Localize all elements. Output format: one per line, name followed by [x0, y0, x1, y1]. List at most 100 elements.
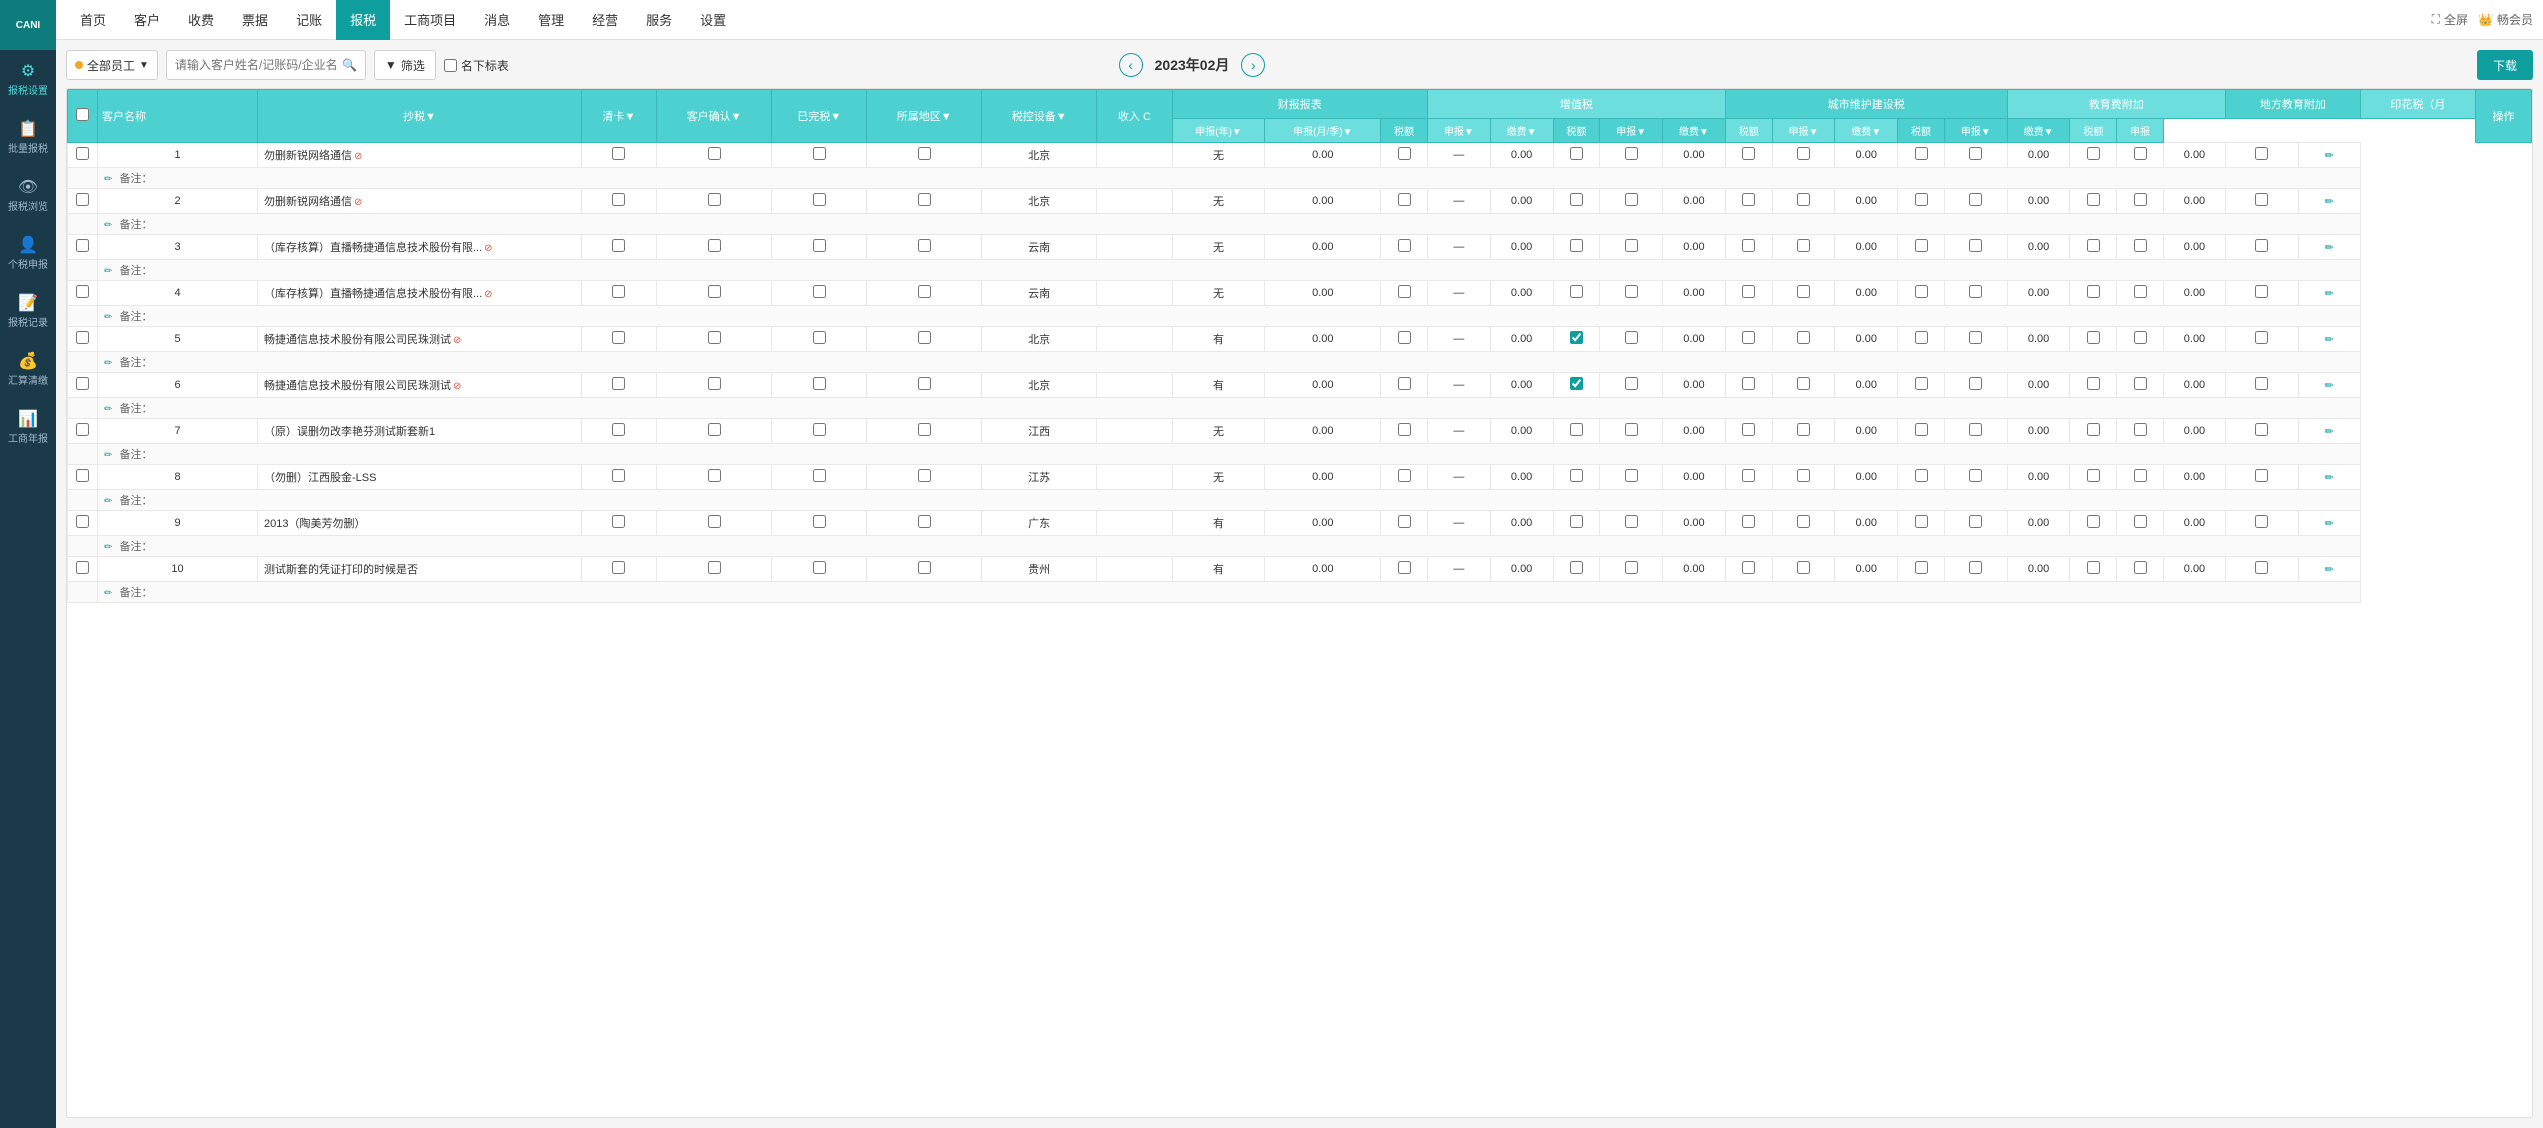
row-chengshi-jiaofei[interactable] [1772, 557, 1835, 582]
row-jiaoyu-jiaofei[interactable] [1944, 511, 2007, 536]
row-qingka[interactable] [657, 419, 772, 444]
zengzhi-shenbao-cb[interactable] [1570, 561, 1583, 574]
nav-gongshang[interactable]: 工商项目 [390, 0, 470, 40]
caibao-year-cb[interactable] [1398, 193, 1411, 206]
difang-shenbao-cb[interactable] [2087, 469, 2100, 482]
row-difang-jiaofei[interactable] [2117, 465, 2164, 490]
row-select-cb[interactable] [76, 515, 89, 528]
th-chengshi-shenbao[interactable]: 申报▼ [1600, 119, 1663, 143]
jiaoyu-shenbao-cb[interactable] [1915, 285, 1928, 298]
row-caibao-year-cb[interactable] [1381, 511, 1428, 536]
edit-icon[interactable]: ✏ [2325, 242, 2334, 254]
row-queiren[interactable] [772, 511, 867, 536]
row-chaoshui[interactable] [581, 419, 656, 444]
row-queiren[interactable] [772, 465, 867, 490]
edit-icon[interactable]: ✏ [2325, 426, 2334, 438]
row-select-cb[interactable] [76, 147, 89, 160]
edit-icon[interactable]: ✏ [2325, 380, 2334, 392]
chengshi-jiaofei-cb[interactable] [1797, 561, 1810, 574]
nav-xiaoxi[interactable]: 消息 [470, 0, 524, 40]
row-jiaoyu-jiaofei[interactable] [1944, 235, 2007, 260]
zengzhi-shenbao-cb[interactable] [1570, 515, 1583, 528]
th-queiren[interactable]: 客户确认▼ [657, 90, 772, 143]
difang-shenbao-cb[interactable] [2087, 239, 2100, 252]
row-zengzhi-jiaofei[interactable] [1600, 373, 1663, 398]
difang-shenbao-cb[interactable] [2087, 377, 2100, 390]
th-yinhua-shenbao[interactable]: 申报 [2117, 119, 2164, 143]
difang-jiaofei-cb[interactable] [2134, 331, 2147, 344]
row-caozuo[interactable]: ✏ [2298, 189, 2360, 214]
th-caibao-year[interactable]: 申报(年)▼ [1172, 119, 1265, 143]
caibao-year-cb[interactable] [1398, 515, 1411, 528]
zengzhi-shenbao-cb[interactable] [1570, 423, 1583, 436]
note-edit-icon[interactable]: ✏ [104, 588, 112, 599]
note-edit-icon[interactable]: ✏ [104, 312, 112, 323]
row-chengshi-shenbao[interactable] [1725, 465, 1772, 490]
nav-guanli[interactable]: 管理 [524, 0, 578, 40]
queiren-cb[interactable] [813, 147, 826, 160]
th-region[interactable]: 所属地区▼ [867, 90, 982, 143]
row-wanshui[interactable] [867, 327, 982, 352]
row-caibao-year-cb[interactable] [1381, 557, 1428, 582]
download-button[interactable]: 下载 [2477, 50, 2533, 80]
th-jiaoyu-shenbao[interactable]: 申报▼ [1772, 119, 1835, 143]
row-queiren[interactable] [772, 143, 867, 168]
zengzhi-shenbao-cb[interactable] [1570, 193, 1583, 206]
row-chengshi-jiaofei[interactable] [1772, 373, 1835, 398]
row-qingka[interactable] [657, 235, 772, 260]
row-qingka[interactable] [657, 327, 772, 352]
row-jiaoyu-jiaofei[interactable] [1944, 189, 2007, 214]
chengshi-jiaofei-cb[interactable] [1797, 147, 1810, 160]
chengshi-shenbao-cb[interactable] [1742, 147, 1755, 160]
row-caibao-year-cb[interactable] [1381, 373, 1428, 398]
chaoshui-cb[interactable] [612, 377, 625, 390]
row-select[interactable] [68, 143, 98, 168]
zengzhi-jiaofei-cb[interactable] [1625, 515, 1638, 528]
row-caibao-year-cb[interactable] [1381, 281, 1428, 306]
jiaoyu-shenbao-cb[interactable] [1915, 561, 1928, 574]
row-qingka[interactable] [657, 465, 772, 490]
row-jiaoyu-jiaofei[interactable] [1944, 557, 2007, 582]
row-difang-jiaofei[interactable] [2117, 511, 2164, 536]
yinhua-shenbao-cb[interactable] [2255, 561, 2268, 574]
sidebar-item-huisuan[interactable]: 💰 汇算清缴 [0, 340, 56, 398]
difang-jiaofei-cb[interactable] [2134, 469, 2147, 482]
yinhua-shenbao-cb[interactable] [2255, 377, 2268, 390]
zengzhi-jiaofei-cb[interactable] [1625, 561, 1638, 574]
jiaoyu-jiaofei-cb[interactable] [1969, 239, 1982, 252]
row-zengzhi-shenbao[interactable] [1553, 511, 1600, 536]
queiren-cb[interactable] [813, 423, 826, 436]
next-month-btn[interactable]: › [1241, 53, 1265, 77]
queiren-cb[interactable] [813, 515, 826, 528]
row-wanshui[interactable] [867, 189, 982, 214]
row-zengzhi-shenbao[interactable] [1553, 373, 1600, 398]
th-wanshui[interactable]: 已完税▼ [772, 90, 867, 143]
th-difang-jiaofei[interactable]: 缴费▼ [2007, 119, 2070, 143]
row-difang-jiaofei[interactable] [2117, 557, 2164, 582]
chengshi-jiaofei-cb[interactable] [1797, 239, 1810, 252]
chengshi-jiaofei-cb[interactable] [1797, 193, 1810, 206]
row-queiren[interactable] [772, 327, 867, 352]
caibao-year-cb[interactable] [1398, 285, 1411, 298]
nav-piaoju[interactable]: 票据 [228, 0, 282, 40]
chengshi-jiaofei-cb[interactable] [1797, 515, 1810, 528]
row-chengshi-shenbao[interactable] [1725, 235, 1772, 260]
row-difang-shenbao[interactable] [2070, 281, 2117, 306]
row-jiaoyu-shenbao[interactable] [1898, 143, 1945, 168]
zengzhi-shenbao-cb[interactable] [1570, 285, 1583, 298]
row-jiaoyu-shenbao[interactable] [1898, 373, 1945, 398]
row-zengzhi-shenbao[interactable] [1553, 465, 1600, 490]
sidebar-item-piliang[interactable]: 📋 批量报税 [0, 108, 56, 166]
sidebar-item-baoshuishezhi[interactable]: ⚙ 报税设置 [0, 50, 56, 108]
row-zengzhi-jiaofei[interactable] [1600, 419, 1663, 444]
th-chengshi-jiaofei[interactable]: 缴费▼ [1663, 119, 1726, 143]
wanshui-cb[interactable] [918, 561, 931, 574]
caibao-year-cb[interactable] [1398, 561, 1411, 574]
chengshi-shenbao-cb[interactable] [1742, 469, 1755, 482]
difang-shenbao-cb[interactable] [2087, 193, 2100, 206]
row-jiaoyu-jiaofei[interactable] [1944, 465, 2007, 490]
yinhua-shenbao-cb[interactable] [2255, 147, 2268, 160]
row-zengzhi-jiaofei[interactable] [1600, 143, 1663, 168]
sidebar-item-jilu[interactable]: 📝 报税记录 [0, 282, 56, 340]
row-yinhua-shenbao[interactable] [2225, 143, 2298, 168]
